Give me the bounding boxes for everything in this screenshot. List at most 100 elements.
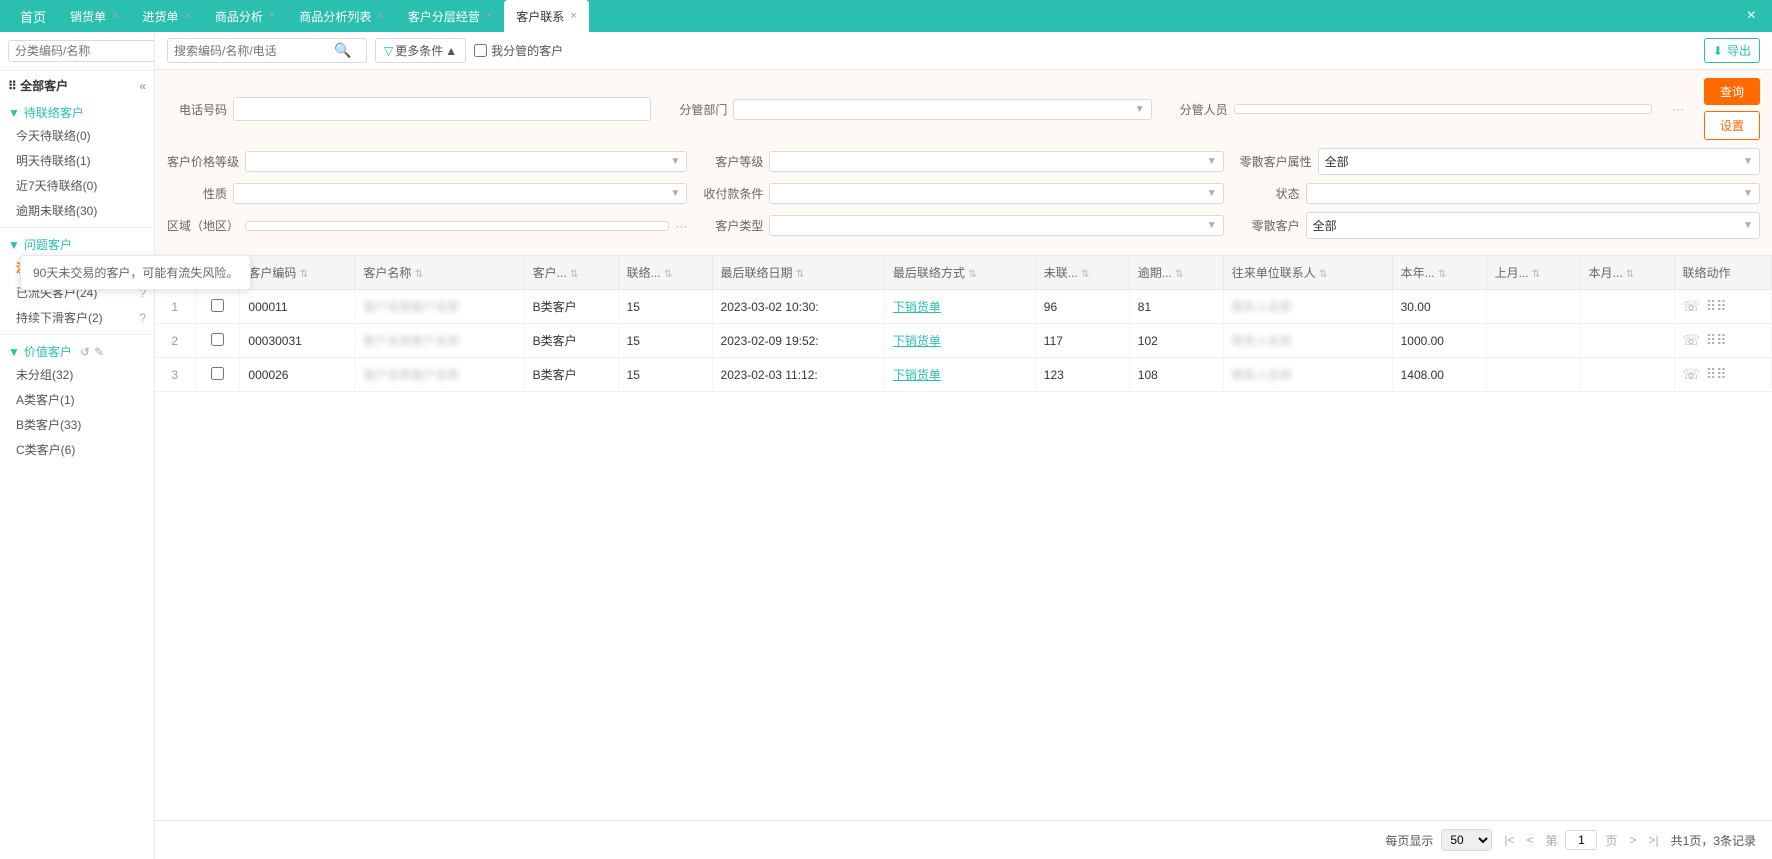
zero-attr-select[interactable]: 全部▼ <box>1318 148 1760 175</box>
export-button[interactable]: ⬇ 导出 <box>1704 38 1760 63</box>
page-number-input[interactable] <box>1565 830 1597 850</box>
pending-arrow-icon: ▼ <box>8 106 20 120</box>
close-tab-customer-contact[interactable]: × <box>570 10 576 22</box>
department-select[interactable]: ▼ <box>733 99 1151 120</box>
th-uncontacted[interactable]: 未联... ⇅ <box>1035 256 1129 290</box>
search-input[interactable] <box>174 44 334 58</box>
phone-input[interactable] <box>233 97 651 121</box>
sidebar-section-pending[interactable]: ▼ 待联络客户 <box>0 100 154 123</box>
tab-sales-order[interactable]: 销货单 × <box>58 0 130 32</box>
contact-sort-icon[interactable]: ⇅ <box>664 269 672 280</box>
row-actions-2: ☏ ⠿⠿ <box>1674 358 1772 392</box>
sidebar-item-a-class[interactable]: A类客户(1) <box>0 387 154 412</box>
th-last-contact-date[interactable]: 最后联络日期 ⇅ <box>712 256 884 290</box>
sidebar-section-problem[interactable]: ▼ 问题客户 <box>0 232 154 255</box>
customer-type-select[interactable]: ▼ <box>769 215 1223 236</box>
close-tab-customer-stratification[interactable]: × <box>486 10 492 22</box>
th-name[interactable]: 客户名称 ⇅ <box>355 256 524 290</box>
last-page-button[interactable]: >| <box>1645 831 1663 849</box>
sidebar-item-today-pending[interactable]: 今天待联络(0) <box>0 123 154 148</box>
tab-purchase-order[interactable]: 进货单 × <box>130 0 202 32</box>
row-checkbox-0[interactable] <box>195 290 240 324</box>
close-tab-sales-order[interactable]: × <box>112 10 118 22</box>
per-page-select[interactable]: 50 100 200 <box>1441 829 1492 851</box>
payment-select[interactable]: ▼ <box>769 183 1223 204</box>
region-more-icon[interactable]: ··· <box>675 219 687 233</box>
th-current-month[interactable]: 本月... ⇅ <box>1580 256 1674 290</box>
close-tab-purchase-order[interactable]: × <box>184 10 190 22</box>
next-page-button[interactable]: > <box>1626 831 1641 849</box>
sidebar-all-customers[interactable]: ⠿ 全部客户 « <box>0 71 154 100</box>
nature-select[interactable]: ▼ <box>233 183 687 204</box>
status-select[interactable]: ▼ <box>1306 183 1760 204</box>
prev-page-button[interactable]: < <box>1522 831 1537 849</box>
customer-level-select[interactable]: ▼ <box>769 151 1223 172</box>
contact-icon-1[interactable]: ☏ <box>1683 332 1701 349</box>
collapse-icon[interactable]: « <box>139 79 146 93</box>
lmonth-sort-icon[interactable]: ⇅ <box>1532 269 1540 280</box>
close-tab-product-analysis[interactable]: × <box>269 10 275 22</box>
sidebar-section-value[interactable]: ▼ 价值客户 ↺ ✎ <box>0 339 154 362</box>
row-code-2: 000026 <box>240 358 355 392</box>
nature-label: 性质 <box>167 185 227 202</box>
assignee-select[interactable] <box>1234 104 1652 114</box>
row-last-method-1[interactable]: 下销货单 <box>884 324 1035 358</box>
filter-more-icon[interactable]: ··· <box>1668 98 1688 120</box>
price-level-select[interactable]: ▼ <box>245 151 687 172</box>
sidebar-item-b-class[interactable]: B类客户(33) <box>0 412 154 437</box>
sidebar-item-declining[interactable]: 持续下滑客户(2) ? <box>0 305 154 330</box>
sidebar-item-overdue-pending[interactable]: 逾期未联络(30) <box>0 198 154 223</box>
row-last-method-2[interactable]: 下销货单 <box>884 358 1035 392</box>
th-contact-person[interactable]: 往来单位联系人 ⇅ <box>1223 256 1392 290</box>
row-checkbox-1[interactable] <box>195 324 240 358</box>
year-sort-icon[interactable]: ⇅ <box>1438 269 1446 280</box>
tab-product-analysis-list[interactable]: 商品分析列表 × <box>287 0 395 32</box>
name-sort-icon[interactable]: ⇅ <box>415 269 423 280</box>
sidebar-item-ungrouped[interactable]: 未分组(32) <box>0 362 154 387</box>
th-overdue[interactable]: 逾期... ⇅ <box>1129 256 1223 290</box>
close-tab-product-analysis-list[interactable]: × <box>377 10 383 22</box>
first-page-button[interactable]: |< <box>1500 831 1518 849</box>
uncontact-sort-icon[interactable]: ⇅ <box>1081 269 1089 280</box>
tab-customer-contact[interactable]: 客户联系 × <box>504 0 588 32</box>
region-select[interactable] <box>245 221 669 231</box>
query-button[interactable]: 查询 <box>1704 78 1760 105</box>
more-action-icon-0[interactable]: ⠿⠿ <box>1706 298 1727 315</box>
more-conditions-button[interactable]: ▽ 更多条件 ▲ <box>375 38 466 63</box>
sidebar-item-7days-pending[interactable]: 近7天待联络(0) <box>0 173 154 198</box>
zero-customer-select[interactable]: 全部▼ <box>1306 212 1760 239</box>
row-last-method-0[interactable]: 下销货单 <box>884 290 1035 324</box>
my-customers-checkbox-label[interactable]: 我分管的客户 <box>474 42 563 59</box>
edit-icon[interactable]: ✎ <box>94 345 104 359</box>
date-sort-icon[interactable]: ⇅ <box>796 269 804 280</box>
close-all-button[interactable]: × <box>1739 7 1764 25</box>
sidebar-search-input[interactable] <box>8 40 155 62</box>
type-sort-icon[interactable]: ⇅ <box>570 269 578 280</box>
tab-home[interactable]: 首页 <box>8 7 58 26</box>
overdue-sort-icon[interactable]: ⇅ <box>1175 269 1183 280</box>
customer-type-label: 客户类型 <box>703 217 763 234</box>
my-customers-checkbox[interactable] <box>474 44 487 57</box>
contact-icon-0[interactable]: ☏ <box>1683 298 1701 315</box>
th-type[interactable]: 客户... ⇅ <box>524 256 618 290</box>
th-last-month[interactable]: 上月... ⇅ <box>1486 256 1580 290</box>
th-code[interactable]: 客户编码 ⇅ <box>240 256 355 290</box>
contact-icon-2[interactable]: ☏ <box>1683 366 1701 383</box>
th-contact[interactable]: 联络... ⇅ <box>618 256 712 290</box>
more-action-icon-1[interactable]: ⠿⠿ <box>1706 332 1727 349</box>
person-sort-icon[interactable]: ⇅ <box>1319 269 1327 280</box>
row-checkbox-2[interactable] <box>195 358 240 392</box>
th-last-contact-method[interactable]: 最后联络方式 ⇅ <box>884 256 1035 290</box>
more-action-icon-2[interactable]: ⠿⠿ <box>1706 366 1727 383</box>
code-sort-icon[interactable]: ⇅ <box>300 269 308 280</box>
method-sort-icon[interactable]: ⇅ <box>968 269 976 280</box>
cmonth-sort-icon[interactable]: ⇅ <box>1626 269 1634 280</box>
sidebar-item-c-class[interactable]: C类客户(6) <box>0 437 154 462</box>
refresh-icon[interactable]: ↺ <box>80 345 90 359</box>
sidebar-item-tomorrow-pending[interactable]: 明天待联络(1) <box>0 148 154 173</box>
settings-button[interactable]: 设置 <box>1704 111 1760 140</box>
tab-customer-stratification[interactable]: 客户分层经营 × <box>396 0 504 32</box>
th-current-year[interactable]: 本年... ⇅ <box>1392 256 1486 290</box>
tab-product-analysis[interactable]: 商品分析 × <box>203 0 287 32</box>
filter-search-icon[interactable]: 🔍 <box>334 42 351 59</box>
